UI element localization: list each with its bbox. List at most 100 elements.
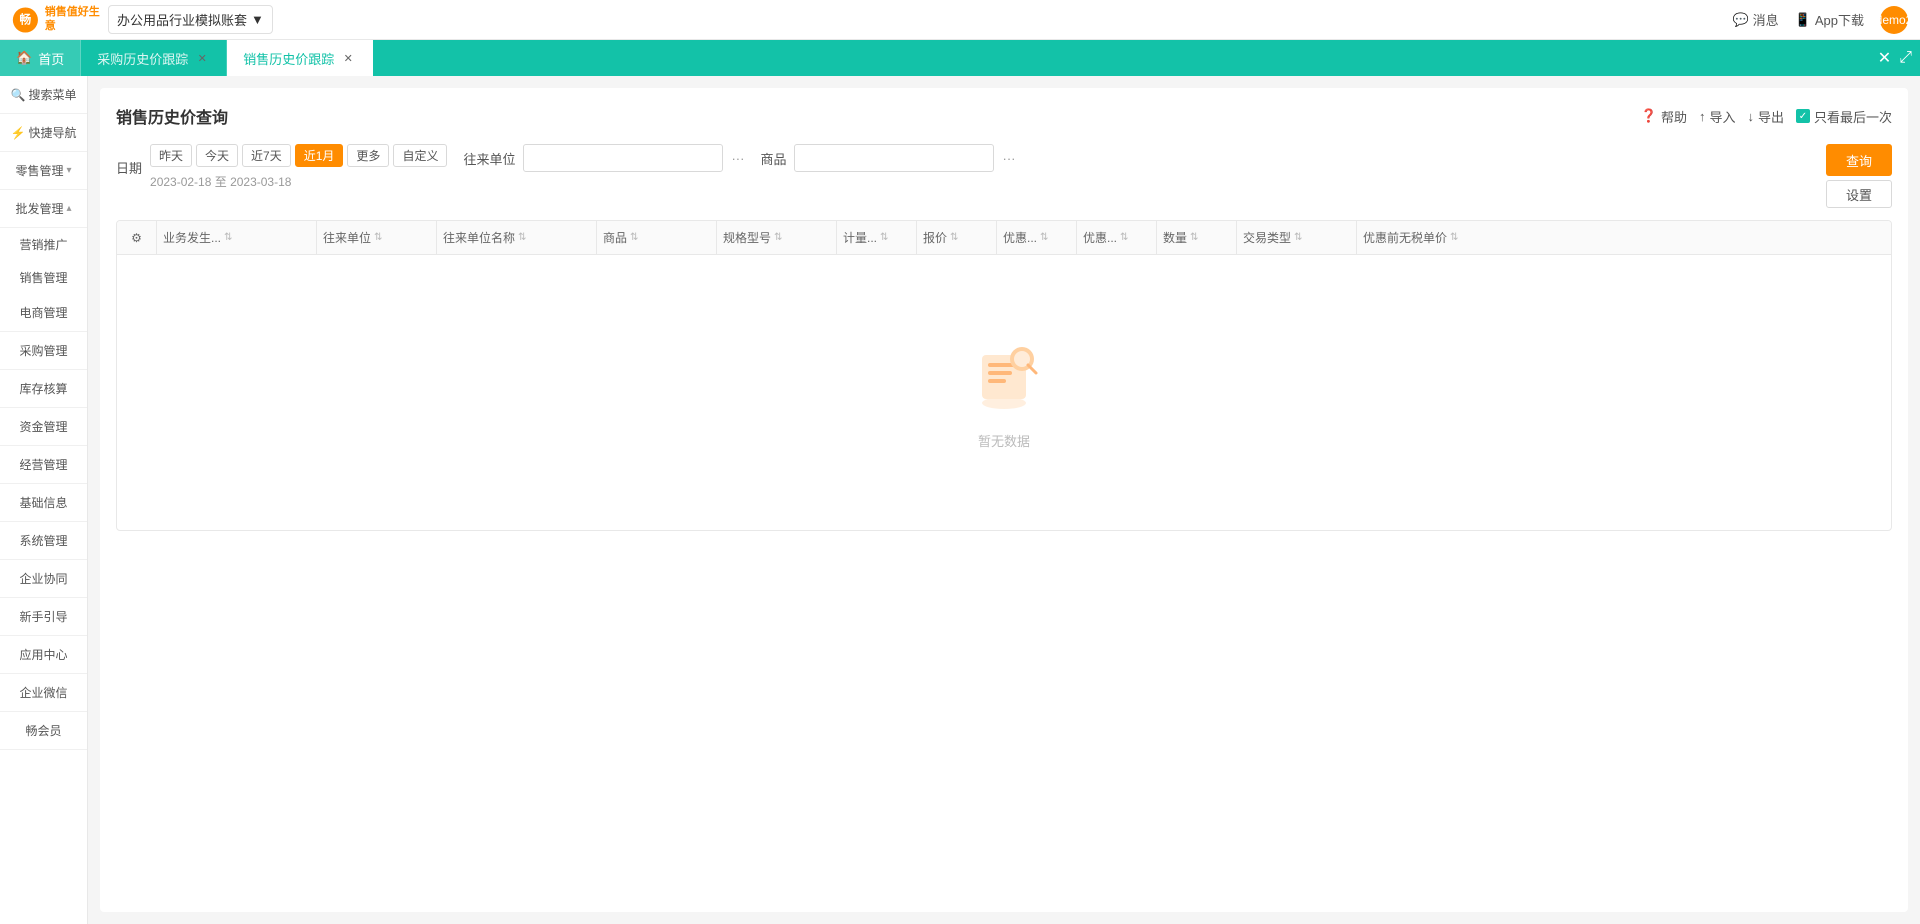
only-last-checkbox-label[interactable]: ✓ 只看最后一次 [1796,107,1892,126]
date-btn-more[interactable]: 更多 [347,144,389,167]
svg-text:畅: 畅 [20,12,32,26]
empty-text: 暂无数据 [978,431,1030,450]
unit-label: 往来单位 [463,149,515,168]
th-spec[interactable]: 规格型号 ⇅ [717,221,837,254]
sort-icon: ⇅ [630,232,638,243]
avatar: demo2 [1880,6,1908,34]
sort-icon: ⇅ [224,232,232,243]
header-right: 💬 消息 📱 App下载 demo2 [1732,6,1908,34]
logo-text: 销售值好生意 [45,6,100,32]
tab-sales-label: 销售历史价跟踪 [243,49,334,68]
date-btn-today[interactable]: 今天 [196,144,238,167]
tab-home[interactable]: 🏠 首页 [0,40,81,76]
sidebar-item-retail[interactable]: 零售管理 ▾ [0,152,87,190]
th-quote[interactable]: 报价 ⇅ [917,221,997,254]
th-qty[interactable]: 数量 ⇅ [1157,221,1237,254]
sort-icon: ⇅ [1294,232,1302,243]
sidebar-item-inventory[interactable]: 库存核算 [0,370,87,408]
empty-state: 暂无数据 [117,255,1891,530]
table-header: ⚙ 业务发生... ⇅ 往来单位 ⇅ 往来单位名称 ⇅ [117,221,1891,255]
sidebar-item-corp-wechat[interactable]: 企业微信 [0,674,87,712]
sidebar-item-members[interactable]: 畅会员 [0,712,87,750]
sidebar-item-purchase[interactable]: 采购管理 [0,332,87,370]
tab-sales[interactable]: 销售历史价跟踪 ✕ [227,40,373,76]
th-settings[interactable]: ⚙ [117,221,157,254]
unit-input[interactable] [523,144,723,172]
tab-purchase[interactable]: 采购历史价跟踪 ✕ [81,40,227,76]
message-btn[interactable]: 💬 消息 [1732,10,1778,29]
filter-product-group: 商品 ··· [760,144,1015,172]
th-product[interactable]: 商品 ⇅ [597,221,717,254]
chevron-down-icon: ▼ [251,12,264,27]
sidebar-item-operations[interactable]: 经营管理 [0,446,87,484]
message-icon: 💬 [1732,12,1748,28]
tab-sales-close[interactable]: ✕ [340,50,356,66]
export-icon: ↓ [1747,109,1754,124]
date-btn-custom[interactable]: 自定义 [393,144,447,167]
close-window-icon[interactable]: ✕ [1878,48,1891,68]
date-options: 昨天 今天 近7天 近1月 更多 自定义 [150,144,447,167]
sidebar-item-ecommerce[interactable]: 电商管理 [0,294,87,332]
sidebar-item-marketing[interactable]: 营销推广 [0,228,87,261]
sidebar-item-sales-mgmt[interactable]: 销售管理 [0,261,87,294]
search-icon: 🔍 [11,88,26,102]
sidebar-item-basic-info[interactable]: 基础信息 [0,484,87,522]
sidebar-item-guide[interactable]: 新手引导 [0,598,87,636]
th-notax-price[interactable]: 优惠前无税单价 ⇅ [1357,221,1891,254]
sort-icon: ⇅ [774,232,782,243]
th-disc1[interactable]: 优惠... ⇅ [997,221,1077,254]
sidebar-item-cooperation[interactable]: 企业协同 [0,560,87,598]
th-calc-unit[interactable]: 计量... ⇅ [837,221,917,254]
th-unit-name[interactable]: 往来单位名称 ⇅ [437,221,597,254]
sidebar-item-finance[interactable]: 资金管理 [0,408,87,446]
help-btn[interactable]: ❓ 帮助 [1641,107,1687,126]
product-input[interactable] [794,144,994,172]
page-container: 销售历史价查询 ❓ 帮助 ↑ 导入 ↓ 导出 [88,76,1920,924]
content-area: 销售历史价查询 ❓ 帮助 ↑ 导入 ↓ 导出 [88,76,1920,924]
sidebar-item-wholesale[interactable]: 批发管理 ▴ [0,190,87,228]
tab-purchase-close[interactable]: ✕ [194,50,210,66]
import-btn[interactable]: ↑ 导入 [1699,107,1736,126]
th-business-date[interactable]: 业务发生... ⇅ [157,221,317,254]
page-header-row: 销售历史价查询 ❓ 帮助 ↑ 导入 ↓ 导出 [116,104,1892,128]
logo-icon: 畅 [12,4,39,36]
sidebar-item-app-center[interactable]: 应用中心 [0,636,87,674]
sort-icon: ⇅ [880,232,888,243]
date-label: 日期 [116,158,142,177]
sort-icon: ⇅ [1450,232,1458,243]
date-btn-1month[interactable]: 近1月 [295,144,344,167]
only-last-checkbox[interactable]: ✓ [1796,109,1810,123]
th-unit-code[interactable]: 往来单位 ⇅ [317,221,437,254]
import-icon: ↑ [1699,109,1706,124]
th-trade-type[interactable]: 交易类型 ⇅ [1237,221,1357,254]
sort-icon: ⇅ [518,232,526,243]
sidebar-item-shortcuts[interactable]: ⚡ 快捷导航 [0,114,87,152]
product-input-dots: ··· [1002,151,1015,166]
search-button[interactable]: 查询 [1826,144,1892,176]
app-selector[interactable]: 办公用品行业模拟账套 ▼ [108,5,273,34]
chevron-up-icon: ▴ [66,203,71,214]
maximize-icon[interactable]: ⤢ [1899,49,1912,67]
sort-icon: ⇅ [950,232,958,243]
tab-bar: 🏠 首页 采购历史价跟踪 ✕ 销售历史价跟踪 ✕ ✕ ⤢ [0,40,1920,76]
app-download-btn[interactable]: 📱 App下载 [1795,10,1864,29]
shortcuts-icon: ⚡ [11,126,26,140]
sort-icon: ⇅ [1040,232,1048,243]
settings-button[interactable]: 设置 [1826,180,1892,208]
sort-icon: ⇅ [1120,232,1128,243]
date-btn-yesterday[interactable]: 昨天 [150,144,192,167]
app-selector-label: 办公用品行业模拟账套 [117,10,247,29]
export-btn[interactable]: ↓ 导出 [1747,107,1784,126]
product-label: 商品 [760,149,786,168]
user-avatar-btn[interactable]: demo2 [1880,6,1908,34]
filter-unit-group: 往来单位 ··· [463,144,744,172]
unit-input-dots: ··· [731,151,744,166]
sidebar-item-search-menu[interactable]: 🔍 搜索菜单 [0,76,87,114]
main-layout: 🔍 搜索菜单 ⚡ 快捷导航 零售管理 ▾ 批发管理 ▴ 营销推广 销售管理 电商… [0,76,1920,924]
date-btn-7days[interactable]: 近7天 [242,144,291,167]
settings-icon: ⚙ [131,231,142,245]
th-disc2[interactable]: 优惠... ⇅ [1077,221,1157,254]
sidebar-item-system[interactable]: 系统管理 [0,522,87,560]
sort-icon: ⇅ [374,232,382,243]
tab-bar-actions: ✕ ⤢ [1878,40,1920,76]
